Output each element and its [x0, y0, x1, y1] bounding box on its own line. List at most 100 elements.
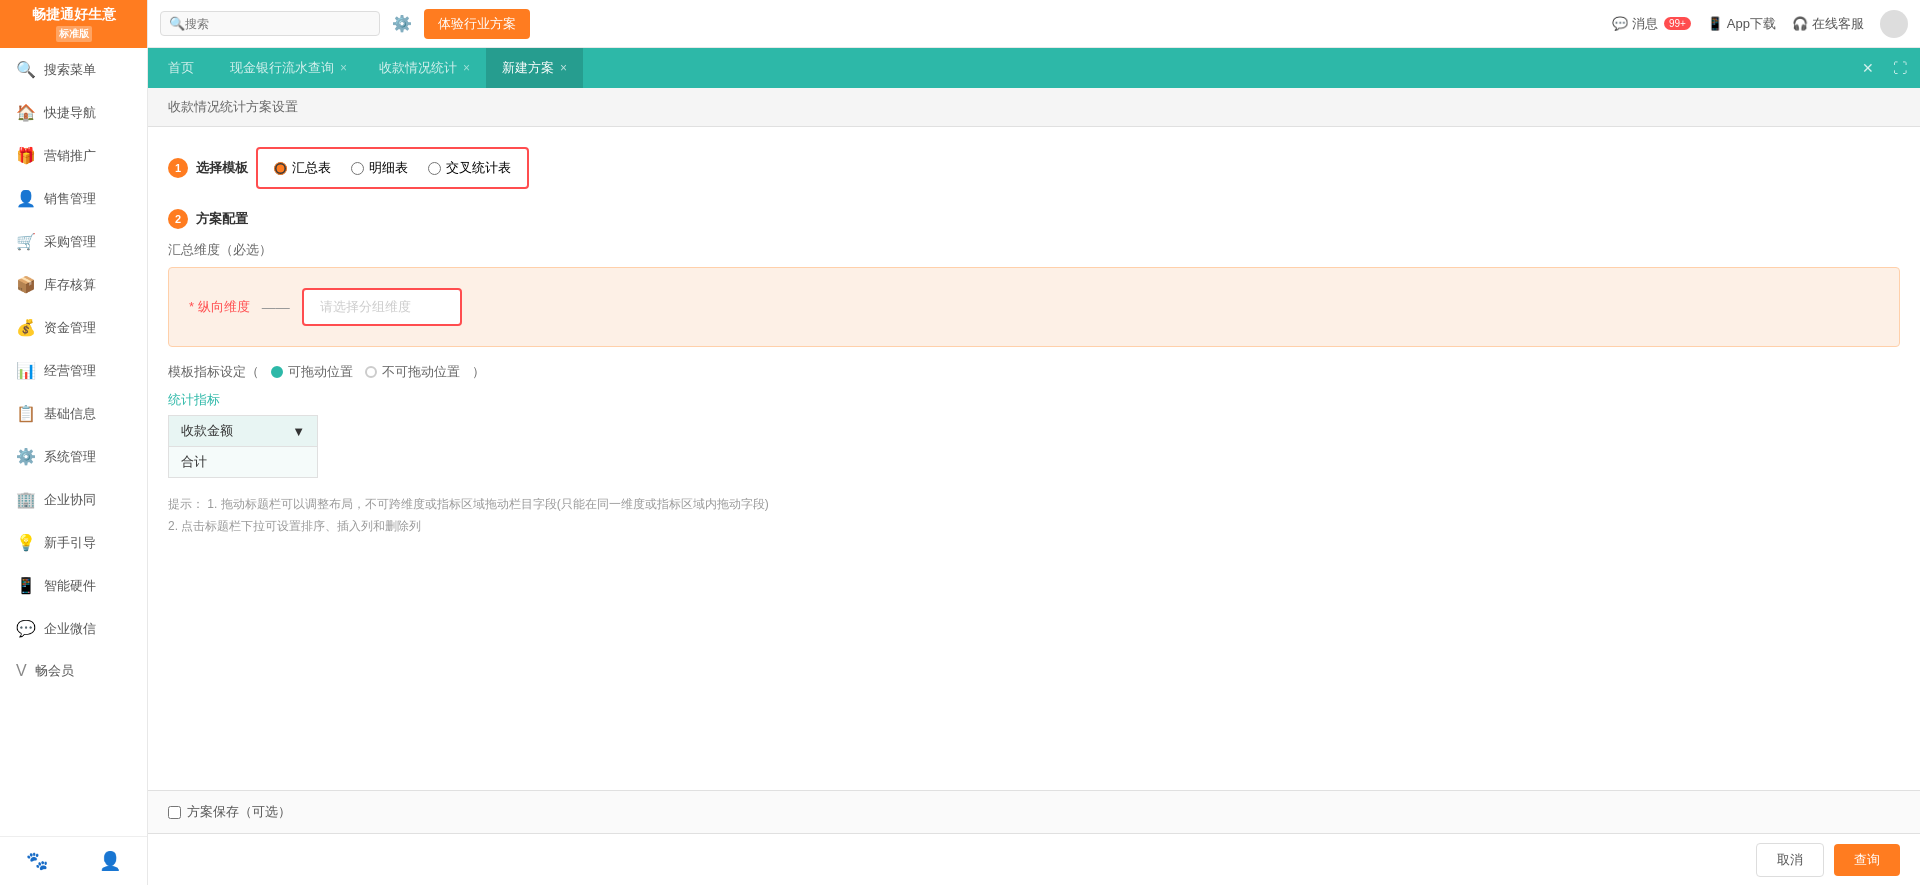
radio-summary[interactable]: 汇总表 [274, 159, 331, 177]
tab-bank-flow[interactable]: 现金银行流水查询× [214, 48, 363, 88]
sidebar-label-guide: 新手引导 [44, 534, 96, 552]
step2-header: 2 方案配置 [168, 209, 1900, 229]
tab-close-bank-flow[interactable]: × [340, 61, 347, 75]
save-checkbox-input[interactable] [168, 806, 181, 819]
sidebar-bottom: 🐾 👤 [0, 836, 147, 885]
query-button[interactable]: 查询 [1834, 844, 1900, 876]
stats-table-row: 合计 [169, 447, 317, 477]
sidebar-item-sales[interactable]: 👤销售管理 [0, 177, 147, 220]
step1-title: 选择模板 [196, 159, 248, 177]
sidebar-icon-marketing: 🎁 [16, 146, 36, 165]
radio-cross-label: 交叉统计表 [446, 159, 511, 177]
close-tab-icon[interactable]: ✕ [1856, 56, 1880, 80]
sidebar-icon-system: ⚙️ [16, 447, 36, 466]
sidebar: 畅捷通好生意 标准版 🔍 搜索菜单 🏠快捷导航 🎁 营销推广 👤销售管理🛒采购管理📦库存核… [0, 0, 148, 885]
toggle-fixed-label: 不可拖动位置 [382, 363, 460, 381]
sidebar-item-basic-info[interactable]: 📋基础信息 [0, 392, 147, 435]
sidebar-label-purchase: 采购管理 [44, 233, 96, 251]
sidebar-item-inventory[interactable]: 📦库存核算 [0, 263, 147, 306]
radio-cross[interactable]: 交叉统计表 [428, 159, 511, 177]
logo-tag: 标准版 [56, 26, 92, 42]
tab-label-home: 首页 [168, 59, 194, 77]
dimension-arrow: —— [262, 299, 290, 315]
sidebar-item-search-menu[interactable]: 🔍 搜索菜单 [0, 48, 147, 91]
trial-button[interactable]: 体验行业方案 [424, 9, 530, 39]
radio-detail-input[interactable] [351, 162, 364, 175]
dimension-row: * 纵向维度 —— 请选择分组维度 [189, 288, 462, 326]
stats-column-header: 收款金额 [181, 422, 233, 440]
toggle-draggable-dot [271, 366, 283, 378]
footer-section: 方案保存（可选） [148, 790, 1920, 833]
dimension-select[interactable]: 请选择分组维度 [302, 288, 462, 326]
search-input[interactable] [185, 17, 371, 31]
search-box[interactable]: 🔍 [160, 11, 380, 36]
sidebar-label-finance: 资金管理 [44, 319, 96, 337]
sidebar-item-marketing[interactable]: 🎁 营销推广 [0, 134, 147, 177]
sidebar-item-enterprise[interactable]: 🏢企业协同 [0, 478, 147, 521]
step2-section: 2 方案配置 汇总维度（必选） * 纵向维度 —— 请选择分组维度 [168, 209, 1900, 537]
sidebar-icon-member: V [16, 662, 27, 680]
topbar-right: 💬 消息 99+ 📱 App下载 🎧 在线客服 [1612, 10, 1908, 38]
user-avatar[interactable] [1880, 10, 1908, 38]
metrics-toggle-row: 模板指标设定（ 可拖动位置 不可拖动位置 ） [168, 363, 1900, 381]
sidebar-item-member[interactable]: V 畅会员 [0, 650, 147, 692]
sidebar-item-finance[interactable]: 💰 资金管理 [0, 306, 147, 349]
save-checkbox-label: 方案保存（可选） [187, 803, 291, 821]
sidebar-icon-search-menu: 🔍 [16, 60, 36, 79]
message-label: 消息 [1632, 15, 1658, 33]
tab-collection-stat[interactable]: 收款情况统计× [363, 48, 486, 88]
sidebar-item-purchase[interactable]: 🛒采购管理 [0, 220, 147, 263]
search-icon: 🔍 [169, 16, 185, 31]
radio-summary-input[interactable] [274, 162, 287, 175]
toggle-draggable-label: 可拖动位置 [288, 363, 353, 381]
sidebar-label-operation: 经营管理 [44, 362, 96, 380]
settings-icon[interactable]: ⚙️ [388, 10, 416, 38]
stats-table-header[interactable]: 收款金额 ▼ [169, 416, 317, 447]
sidebar-icon-sales: 👤 [16, 189, 36, 208]
tab-new-plan[interactable]: 新建方案× [486, 48, 583, 88]
toggle-fixed[interactable]: 不可拖动位置 [365, 363, 460, 381]
message-item[interactable]: 💬 消息 99+ [1612, 15, 1691, 33]
sidebar-item-operation[interactable]: 📊 经营管理 [0, 349, 147, 392]
sidebar-icon-hardware: 📱 [16, 576, 36, 595]
sidebar-icon-finance: 💰 [16, 318, 36, 337]
online-service-item[interactable]: 🎧 在线客服 [1792, 15, 1864, 33]
stats-label: 统计指标 [168, 391, 1900, 409]
content-header: 收款情况统计方案设置 [148, 88, 1920, 127]
sidebar-item-system[interactable]: ⚙️系统管理 [0, 435, 147, 478]
online-service-label: 在线客服 [1812, 15, 1864, 33]
topbar: 🔍 ⚙️ 体验行业方案 💬 消息 99+ 📱 App下载 🎧 在线客服 [148, 0, 1920, 48]
sidebar-bottom-icon-2[interactable]: 👤 [94, 845, 126, 877]
dimension-area: * 纵向维度 —— 请选择分组维度 [168, 267, 1900, 347]
step2-title: 方案配置 [196, 210, 248, 228]
sidebar-label-member: 畅会员 [35, 662, 74, 680]
sidebar-item-hardware[interactable]: 📱智能硬件 [0, 564, 147, 607]
radio-cross-input[interactable] [428, 162, 441, 175]
cancel-button[interactable]: 取消 [1756, 843, 1824, 877]
expand-tab-icon[interactable]: ⛶ [1888, 56, 1912, 80]
app-download-item[interactable]: 📱 App下载 [1707, 15, 1776, 33]
sidebar-label-marketing: 营销推广 [44, 147, 96, 165]
sidebar-label-quick-nav: 快捷导航 [44, 104, 96, 122]
toggle-draggable[interactable]: 可拖动位置 [271, 363, 353, 381]
save-option-checkbox[interactable]: 方案保存（可选） [168, 803, 291, 821]
tabs-right-controls: ✕ ⛶ [1856, 48, 1920, 88]
logo-title: 畅捷通好生意 [32, 6, 116, 24]
tab-close-collection-stat[interactable]: × [463, 61, 470, 75]
sidebar-icon-operation: 📊 [16, 361, 36, 380]
tab-home[interactable]: 首页 [148, 48, 214, 88]
vertical-dimension-label: * 纵向维度 [189, 298, 250, 316]
sidebar-item-weixin[interactable]: 💬企业微信 [0, 607, 147, 650]
sidebar-label-search-menu: 搜索菜单 [44, 61, 96, 79]
sidebar-bottom-icon-1[interactable]: 🐾 [21, 845, 53, 877]
message-icon: 💬 [1612, 16, 1628, 31]
dimension-placeholder: 请选择分组维度 [320, 299, 411, 314]
stats-dropdown-icon[interactable]: ▼ [292, 424, 305, 439]
sidebar-item-quick-nav[interactable]: 🏠快捷导航 [0, 91, 147, 134]
app-download-label: App下载 [1727, 15, 1776, 33]
sidebar-label-enterprise: 企业协同 [44, 491, 96, 509]
sidebar-item-guide[interactable]: 💡新手引导 [0, 521, 147, 564]
tab-close-new-plan[interactable]: × [560, 61, 567, 75]
sidebar-icon-inventory: 📦 [16, 275, 36, 294]
radio-detail[interactable]: 明细表 [351, 159, 408, 177]
